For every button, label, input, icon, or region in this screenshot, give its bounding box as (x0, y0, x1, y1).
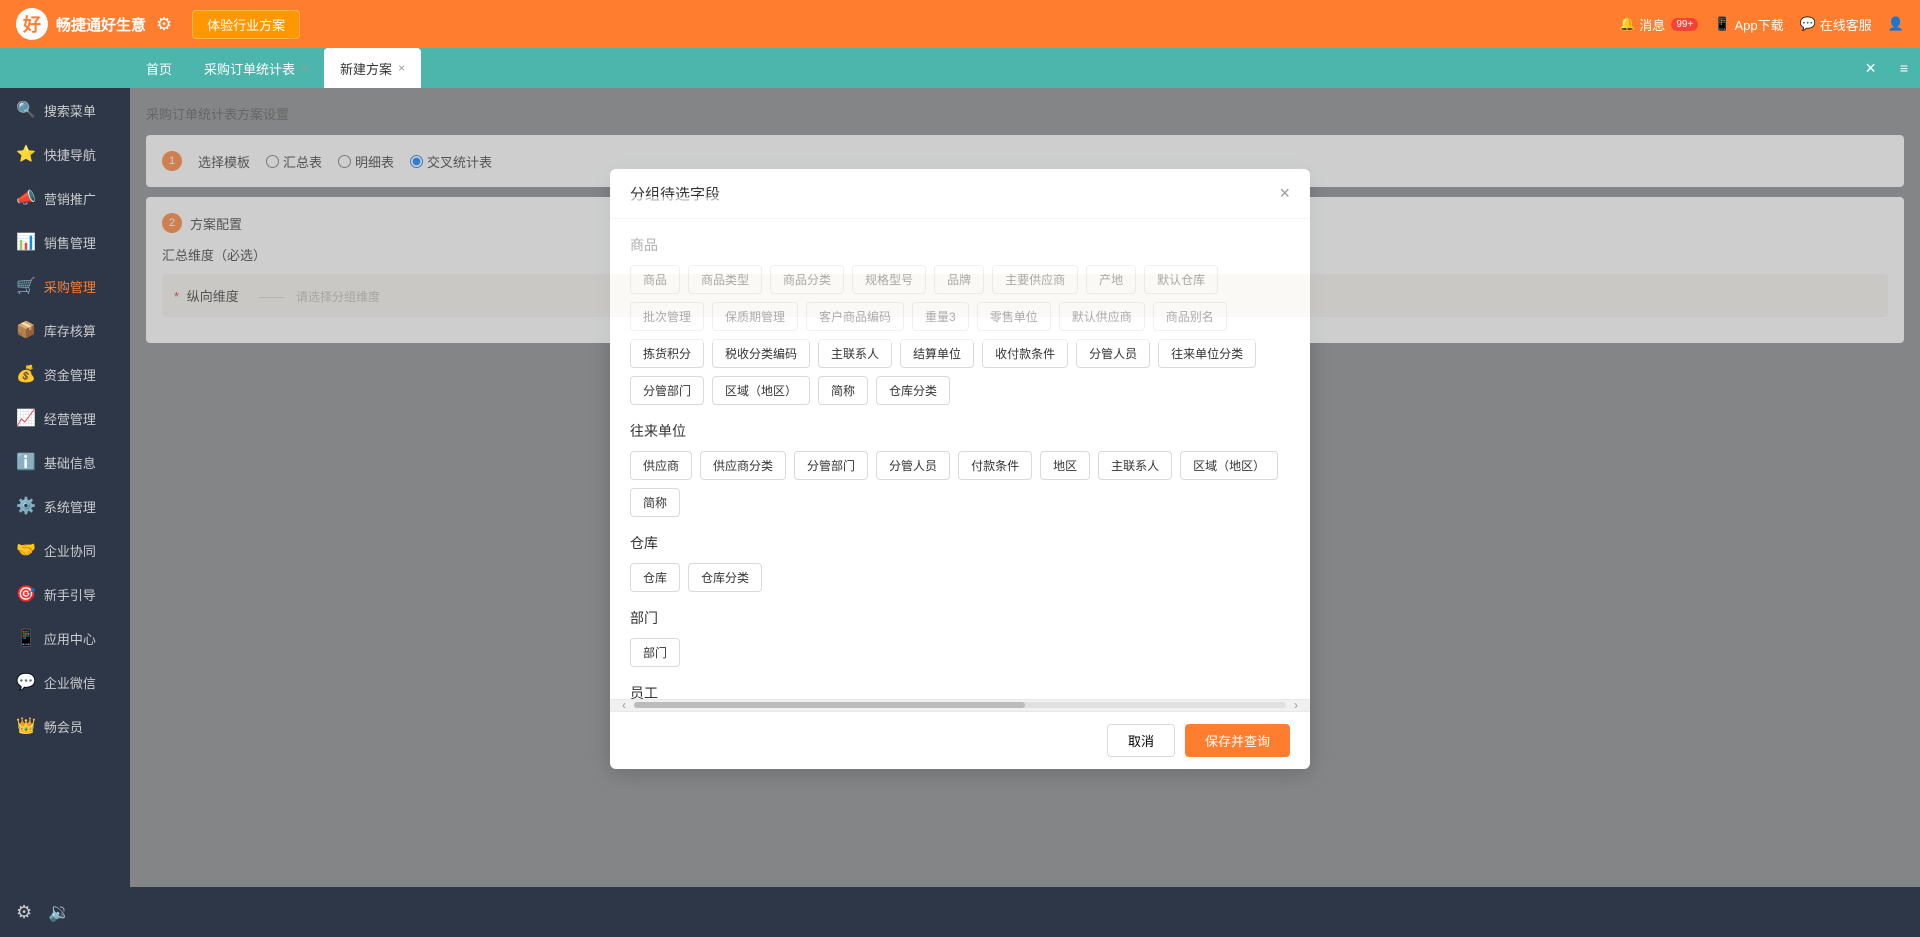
settings-icon[interactable]: ⚙ (156, 14, 172, 35)
user-avatar[interactable]: 👤 (1888, 16, 1904, 32)
operations-icon: 📈 (16, 408, 36, 428)
step1-section: 1 选择模板 汇总表 明细表 交叉统计表 (146, 135, 1904, 187)
finance-icon: 💰 (16, 364, 36, 384)
step2-section: 2 方案配置 汇总维度（必选） * 纵向维度 —— 请选择分组维度 (146, 197, 1904, 343)
tab-purchase-stats-label: 采购订单统计表 (204, 59, 295, 78)
sidebar-item-app-center[interactable]: 📱 应用中心 (0, 616, 130, 660)
notification-icon: 🔔 (1619, 16, 1635, 32)
breadcrumb: 采购订单统计表方案设置 (146, 104, 1904, 123)
sidebar-item-purchase-label: 采购管理 (44, 277, 96, 296)
app-icon: 📱 (16, 628, 36, 648)
template-summary-option: 汇总表 (266, 152, 322, 171)
sidebar-item-guide[interactable]: 🎯 新手引导 (0, 572, 130, 616)
sidebar-item-operations[interactable]: 📈 经营管理 (0, 396, 130, 440)
online-service-label: 在线客服 (1820, 15, 1872, 34)
top-header: 好 畅捷通好生意 ⚙ 体验行业方案 🔔 消息 99+ 📱 App下载 💬 在线客… (0, 0, 1920, 48)
marketing-icon: 📣 (16, 188, 36, 208)
step2-badge: 2 (162, 213, 182, 233)
tab-bar-close[interactable]: × (1853, 58, 1888, 79)
inventory-icon: 📦 (16, 320, 36, 340)
modal-overlay: 好 畅捷通好生意 ⚙ 体验行业方案 🔔 消息 99+ 📱 App下载 💬 在线客… (0, 0, 1920, 937)
logo-area: 好 畅捷通好生意 (16, 8, 146, 40)
sidebar-item-guide-label: 新手引导 (44, 585, 96, 604)
sidebar-item-sales-label: 销售管理 (44, 233, 96, 252)
app-download-item[interactable]: 📱 App下载 (1714, 15, 1783, 34)
bottom-bar: ⚙ 🔉 (0, 887, 1920, 937)
guide-icon: 🎯 (16, 584, 36, 604)
experience-btn[interactable]: 体验行业方案 (192, 10, 300, 39)
sidebar-item-sales[interactable]: 📊 销售管理 (0, 220, 130, 264)
enterprise-icon: 🤝 (16, 540, 36, 560)
sidebar-item-system-label: 系统管理 (44, 497, 96, 516)
template-cross-option: 交叉统计表 (410, 152, 492, 171)
member-icon: 👑 (16, 716, 36, 736)
sidebar-item-search-label: 搜索菜单 (44, 101, 96, 120)
row-dim-row: * 纵向维度 —— 请选择分组维度 (162, 274, 1888, 317)
search-icon: 🔍 (16, 100, 36, 120)
sidebar-item-finance[interactable]: 💰 资金管理 (0, 352, 130, 396)
sidebar-item-finance-label: 资金管理 (44, 365, 96, 384)
sidebar-item-enterprise-label: 企业协同 (44, 541, 96, 560)
sidebar-item-member[interactable]: 👑 畅会员 (0, 704, 130, 748)
tab-new-plan-label: 新建方案 (340, 59, 392, 78)
step1-badge: 1 (162, 151, 182, 171)
tab-new-plan[interactable]: 新建方案 × (324, 48, 421, 88)
sidebar-item-marketing[interactable]: 📣 营销推广 (0, 176, 130, 220)
tab-home-label: 首页 (146, 59, 172, 78)
sidebar-item-wechat-label: 企业微信 (44, 673, 96, 692)
sidebar-item-system[interactable]: ⚙️ 系统管理 (0, 484, 130, 528)
star-icon: ⭐ (16, 144, 36, 164)
tab-new-plan-close[interactable]: × (398, 61, 405, 75)
info-icon: ℹ️ (16, 452, 36, 472)
logo-text: 畅捷通好生意 (56, 14, 146, 35)
service-icon: 💬 (1800, 16, 1816, 32)
notification-item[interactable]: 🔔 消息 99+ (1619, 15, 1698, 34)
online-service-item[interactable]: 💬 在线客服 (1800, 15, 1872, 34)
sales-icon: 📊 (16, 232, 36, 252)
sidebar-item-member-label: 畅会员 (44, 717, 83, 736)
sidebar-item-app-center-label: 应用中心 (44, 629, 96, 648)
logo-icon: 好 (16, 8, 48, 40)
template-detail-option: 明细表 (338, 152, 394, 171)
sidebar-item-inventory[interactable]: 📦 库存核算 (0, 308, 130, 352)
system-icon: ⚙️ (16, 496, 36, 516)
sidebar-item-enterprise[interactable]: 🤝 企业协同 (0, 528, 130, 572)
notification-badge: 99+ (1671, 18, 1698, 31)
app-download-label: App下载 (1734, 15, 1783, 34)
sidebar-item-wechat[interactable]: 💬 企业微信 (0, 660, 130, 704)
step1-label: 选择模板 (198, 152, 250, 171)
bottom-settings-icon[interactable]: ⚙ (16, 902, 32, 923)
purchase-icon: 🛒 (16, 276, 36, 296)
sidebar-item-inventory-label: 库存核算 (44, 321, 96, 340)
sidebar-item-purchase[interactable]: 🛒 采购管理 (0, 264, 130, 308)
notification-label: 消息 (1639, 15, 1665, 34)
tab-home[interactable]: 首页 (130, 48, 188, 88)
avatar-icon: 👤 (1888, 16, 1904, 32)
sidebar-item-quick-nav-label: 快捷导航 (44, 145, 96, 164)
sidebar-item-marketing-label: 营销推广 (44, 189, 96, 208)
sidebar-item-basic-info[interactable]: ℹ️ 基础信息 (0, 440, 130, 484)
background-page: 采购订单统计表方案设置 1 选择模板 汇总表 明细表 交叉统计表 2 方案配置 … (130, 88, 1920, 887)
step2-label: 方案配置 (190, 214, 242, 233)
sidebar-item-operations-label: 经营管理 (44, 409, 96, 428)
tab-purchase-stats-close[interactable]: × (301, 61, 308, 75)
sidebar-item-search[interactable]: 🔍 搜索菜单 (0, 88, 130, 132)
tab-bar-expand[interactable]: ≡ (1888, 60, 1920, 76)
sidebar-item-basic-info-label: 基础信息 (44, 453, 96, 472)
tab-purchase-stats[interactable]: 采购订单统计表 × (188, 48, 324, 88)
summary-dim-label: 汇总维度（必选） (162, 245, 1888, 264)
tab-bar: 首页 采购订单统计表 × 新建方案 × × ≡ (0, 48, 1920, 88)
phone-icon: 📱 (1714, 16, 1730, 32)
bottom-music-icon[interactable]: 🔉 (48, 902, 70, 923)
header-right: 🔔 消息 99+ 📱 App下载 💬 在线客服 👤 (1619, 15, 1904, 34)
sidebar: 🔍 搜索菜单 ⭐ 快捷导航 📣 营销推广 📊 销售管理 🛒 采购管理 📦 库存核… (0, 88, 130, 887)
sidebar-item-quick-nav[interactable]: ⭐ 快捷导航 (0, 132, 130, 176)
wechat-icon: 💬 (16, 672, 36, 692)
